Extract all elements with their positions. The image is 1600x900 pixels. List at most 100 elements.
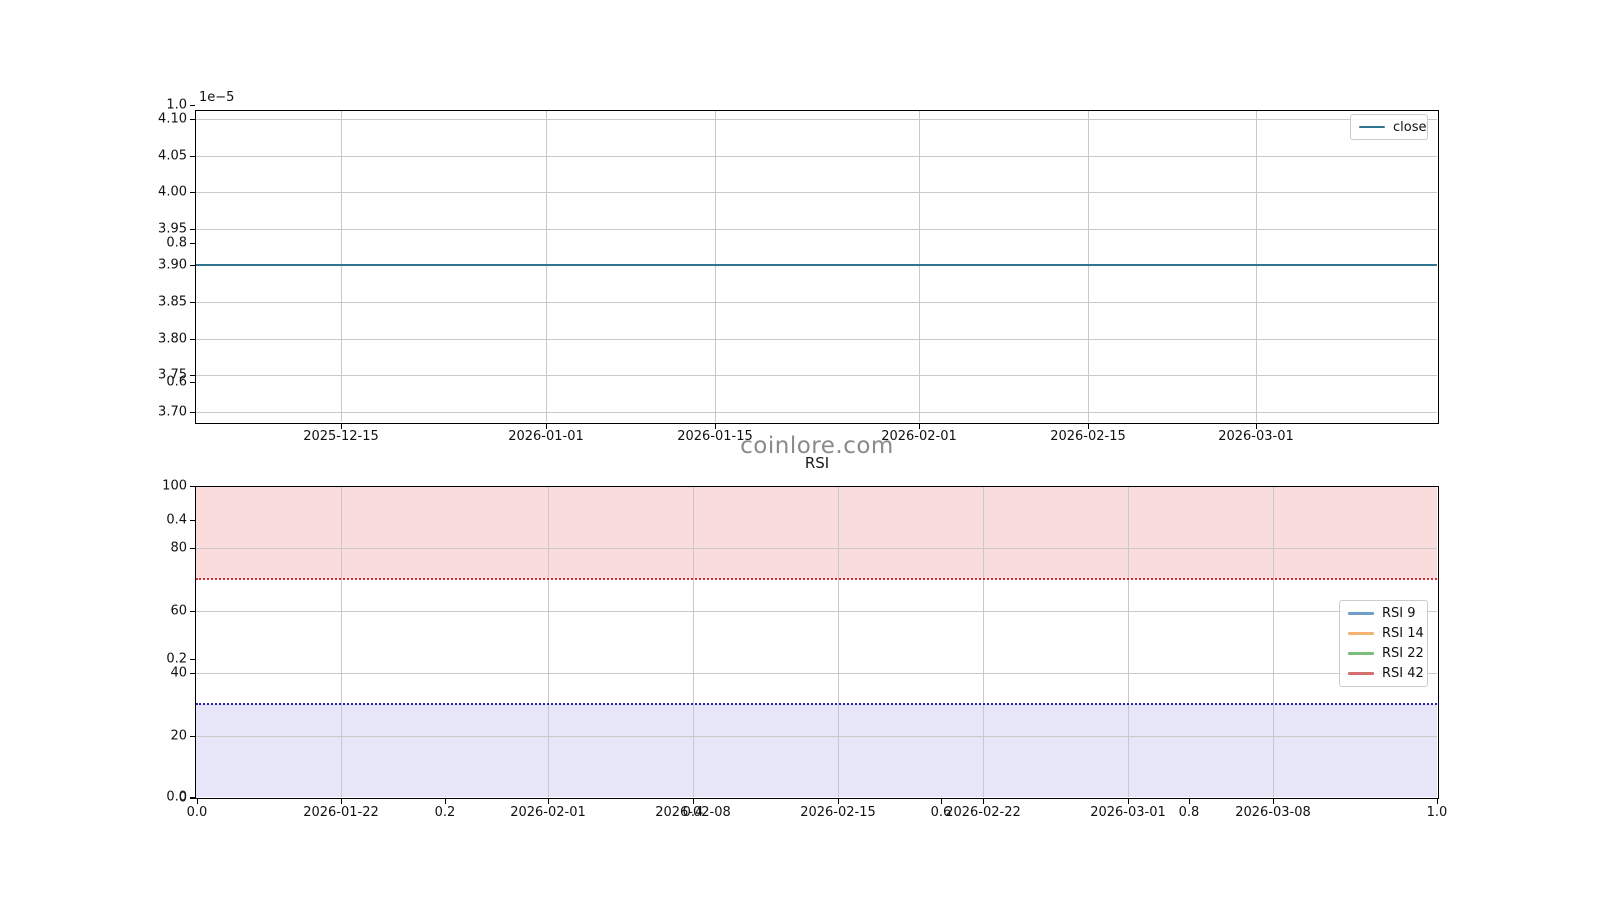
- rsi-x-tick-label: 2026-02-01: [510, 805, 586, 820]
- gridline-horizontal: [196, 673, 1437, 675]
- tick-mark: [190, 520, 195, 522]
- overlay-x-tick-label: 0.2: [434, 805, 456, 820]
- gridline-horizontal: [196, 302, 1437, 303]
- chart-figure: 1e−5 coinlore.com RSI close RSI 9 RSI 14 R…: [0, 0, 1600, 900]
- legend-line-sample: [1348, 651, 1374, 655]
- price-y-tick-label: 3.85: [158, 294, 187, 310]
- tick-mark: [941, 799, 942, 804]
- rsi-x-tick-label: 2026-02-22: [945, 805, 1021, 820]
- close-legend: close: [1350, 114, 1428, 140]
- tick-mark: [983, 799, 984, 804]
- price-panel: [195, 110, 1439, 424]
- gridline-horizontal: [196, 610, 1437, 612]
- tick-mark: [190, 673, 195, 675]
- legend-label: close: [1393, 119, 1427, 135]
- tick-mark: [445, 799, 446, 804]
- price-x-tick-label: 2026-02-01: [881, 429, 957, 444]
- tick-mark: [190, 486, 195, 487]
- gridline-vertical: [983, 487, 984, 797]
- oversold-band: [196, 704, 1437, 797]
- legend-row: RSI 42: [1348, 666, 1424, 681]
- price-y-tick-label: 3.70: [158, 404, 187, 420]
- tick-mark: [341, 799, 342, 804]
- legend-row: RSI 22: [1348, 646, 1424, 661]
- overlay-y-tick-label: 0.4: [166, 512, 187, 528]
- legend-label: RSI 42: [1382, 665, 1424, 681]
- gridline-vertical: [548, 487, 549, 797]
- tick-mark: [838, 799, 839, 804]
- tick-mark: [1189, 799, 1190, 804]
- legend-label: RSI 22: [1382, 645, 1424, 661]
- gridline-horizontal: [196, 411, 1437, 413]
- gridline-horizontal: [196, 338, 1437, 340]
- legend-line-sample: [1359, 126, 1385, 128]
- price-y-tick-label: 3.90: [158, 257, 187, 273]
- legend-label: RSI 14: [1382, 626, 1424, 642]
- rsi-y-tick-label: 20: [170, 728, 187, 744]
- overbought-band: [196, 487, 1437, 579]
- tick-mark: [190, 548, 195, 550]
- rsi-x-tick-label: 2026-03-01: [1090, 805, 1166, 820]
- oversold-threshold-line: [196, 703, 1437, 705]
- rsi-x-tick-label: 2026-01-22: [303, 805, 379, 820]
- rsi-x-tick-label: 2026-02-15: [800, 805, 876, 820]
- gridline-horizontal: [196, 228, 1437, 230]
- price-y-tick-label: 4.10: [158, 111, 187, 127]
- gridline-horizontal: [196, 548, 1437, 550]
- price-y-tick-label: 4.00: [158, 184, 187, 200]
- legend-line-sample: [1348, 671, 1374, 675]
- gridline-vertical: [693, 487, 694, 797]
- tick-mark: [190, 302, 195, 303]
- tick-mark: [190, 658, 195, 660]
- price-x-tick-label: 2026-01-01: [508, 429, 584, 444]
- tick-mark: [190, 610, 195, 612]
- tick-mark: [1437, 799, 1438, 804]
- overlay-x-tick-label: 1.0: [1426, 805, 1448, 820]
- tick-mark: [190, 381, 195, 383]
- rsi-x-tick-label: 2026-03-08: [1235, 805, 1311, 820]
- rsi-y-tick-label: 40: [170, 665, 187, 681]
- overlay-y-tick-label: 1.0: [166, 97, 187, 113]
- rsi-y-tick-label: 80: [170, 540, 187, 556]
- tick-mark: [190, 119, 195, 120]
- gridline-vertical: [341, 487, 342, 797]
- gridline-horizontal: [196, 119, 1437, 120]
- rsi-panel-title: RSI: [804, 454, 830, 472]
- overlay-x-tick-label: 0.6: [930, 805, 952, 820]
- gridline-vertical: [1273, 487, 1274, 797]
- gridline-horizontal: [196, 192, 1437, 194]
- price-x-tick-label: 2026-02-15: [1050, 429, 1126, 444]
- gridline-horizontal: [196, 735, 1437, 737]
- tick-mark: [548, 799, 549, 804]
- legend-line-sample: [1348, 612, 1374, 616]
- overlay-y-tick-label: 0.6: [166, 374, 187, 390]
- price-x-tick-label: 2025-12-15: [303, 429, 379, 444]
- tick-mark: [190, 155, 195, 157]
- gridline-horizontal: [196, 375, 1437, 377]
- price-y-tick-label: 3.95: [158, 221, 187, 237]
- overbought-threshold-line: [196, 578, 1437, 580]
- gridline-horizontal: [196, 155, 1437, 157]
- price-x-tick-label: 2026-03-01: [1218, 429, 1294, 444]
- tick-mark: [1128, 799, 1129, 804]
- rsi-y-tick-label: 60: [170, 603, 187, 619]
- overlay-y-tick-label: 0.2: [166, 651, 187, 667]
- y-axis-offset-label: 1e−5: [199, 90, 235, 105]
- rsi-y-tick-label: 100: [162, 478, 187, 494]
- overlay-y-tick-label: 0.8: [166, 235, 187, 251]
- price-y-tick-label: 4.05: [158, 148, 187, 164]
- legend-line-sample: [1348, 632, 1374, 636]
- tick-mark: [190, 265, 195, 267]
- tick-mark: [190, 735, 195, 737]
- rsi-legend: RSI 9 RSI 14 RSI 22 RSI 42: [1339, 600, 1428, 687]
- overlay-x-tick-label: 0.8: [1178, 805, 1200, 820]
- legend-row: close: [1359, 120, 1426, 135]
- rsi-y-tick-label: 0: [178, 790, 187, 806]
- tick-mark: [1273, 799, 1274, 804]
- tick-mark: [190, 411, 195, 413]
- tick-mark: [190, 375, 195, 377]
- price-y-tick-label: 3.80: [158, 331, 187, 347]
- tick-mark: [190, 105, 195, 106]
- legend-label: RSI 9: [1382, 606, 1416, 622]
- tick-mark: [190, 798, 195, 799]
